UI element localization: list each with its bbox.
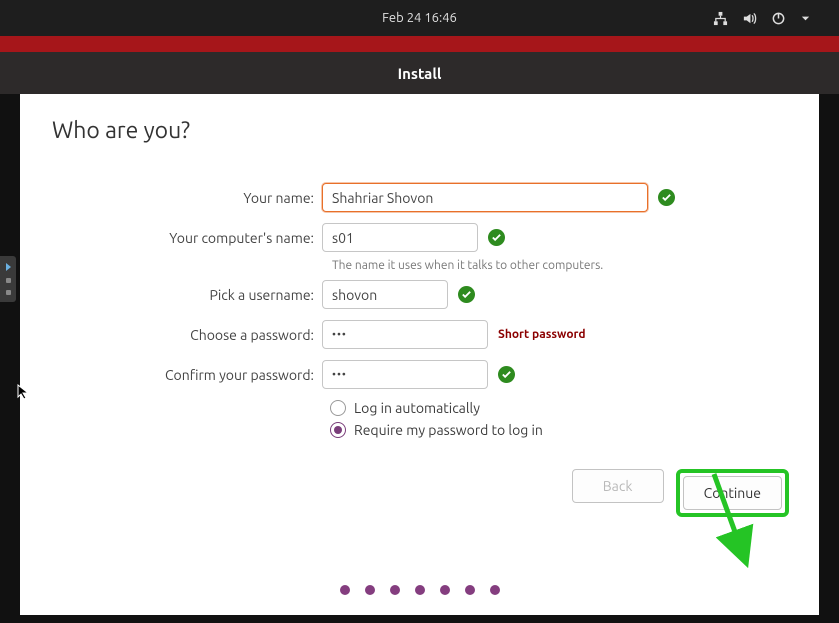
gnome-top-bar: Feb 24 16:46 xyxy=(0,0,839,36)
progress-dot xyxy=(390,585,400,595)
network-icon xyxy=(713,11,728,26)
user-form: Your name: Your computer's name: The nam… xyxy=(112,183,787,438)
annotation-highlight: Continue xyxy=(676,469,789,517)
window-titlebar: Install xyxy=(0,52,839,94)
dock-launcher-stub[interactable] xyxy=(0,256,16,302)
check-icon xyxy=(458,286,475,303)
radio-require-password[interactable]: Require my password to log in xyxy=(330,422,787,438)
installer-panel: Who are you? Your name: Your computer's … xyxy=(20,94,819,615)
accent-strip xyxy=(0,36,839,52)
row-computer: Your computer's name: xyxy=(112,223,787,252)
system-status-area[interactable] xyxy=(713,0,811,36)
radio-auto-login[interactable]: Log in automatically xyxy=(330,400,787,416)
radio-icon xyxy=(330,400,346,416)
chevron-down-icon xyxy=(800,13,811,24)
power-icon xyxy=(771,11,786,26)
row-username: Pick a username: xyxy=(112,280,787,309)
continue-button[interactable]: Continue xyxy=(683,476,782,510)
row-name: Your name: xyxy=(112,183,787,212)
radio-icon xyxy=(330,422,346,438)
login-options: Log in automatically Require my password… xyxy=(330,400,787,438)
name-input[interactable] xyxy=(322,183,648,212)
username-input[interactable] xyxy=(322,280,448,309)
password-strength-hint: Short password xyxy=(498,328,586,341)
clock[interactable]: Feb 24 16:46 xyxy=(382,11,457,25)
radio-label: Log in automatically xyxy=(354,400,480,416)
progress-dot xyxy=(490,585,500,595)
computer-name-hint: The name it uses when it talks to other … xyxy=(332,259,787,272)
progress-dot xyxy=(465,585,475,595)
progress-dot xyxy=(415,585,425,595)
check-icon xyxy=(658,189,675,206)
check-icon xyxy=(488,229,505,246)
window-title: Install xyxy=(398,65,442,82)
row-password: Choose a password: Short password xyxy=(112,320,787,349)
progress-dot xyxy=(340,585,350,595)
label-password: Choose a password: xyxy=(112,327,322,343)
computer-name-input[interactable] xyxy=(322,223,478,252)
page-heading: Who are you? xyxy=(52,118,787,143)
progress-dots xyxy=(340,585,500,595)
label-name: Your name: xyxy=(112,190,322,206)
confirm-password-input[interactable] xyxy=(322,360,488,389)
progress-dot xyxy=(365,585,375,595)
progress-dot xyxy=(440,585,450,595)
radio-label: Require my password to log in xyxy=(354,422,543,438)
dock-dot-icon xyxy=(6,278,11,283)
footer-buttons: Back Continue xyxy=(572,469,789,517)
check-icon xyxy=(498,366,515,383)
password-input[interactable] xyxy=(322,320,488,349)
label-computer: Your computer's name: xyxy=(112,230,322,246)
dock-dot-icon xyxy=(6,290,11,295)
label-confirm: Confirm your password: xyxy=(112,367,322,383)
indicator-icon xyxy=(6,263,11,271)
label-username: Pick a username: xyxy=(112,287,322,303)
back-button[interactable]: Back xyxy=(572,469,664,503)
volume-icon xyxy=(742,11,757,26)
row-confirm: Confirm your password: xyxy=(112,360,787,389)
